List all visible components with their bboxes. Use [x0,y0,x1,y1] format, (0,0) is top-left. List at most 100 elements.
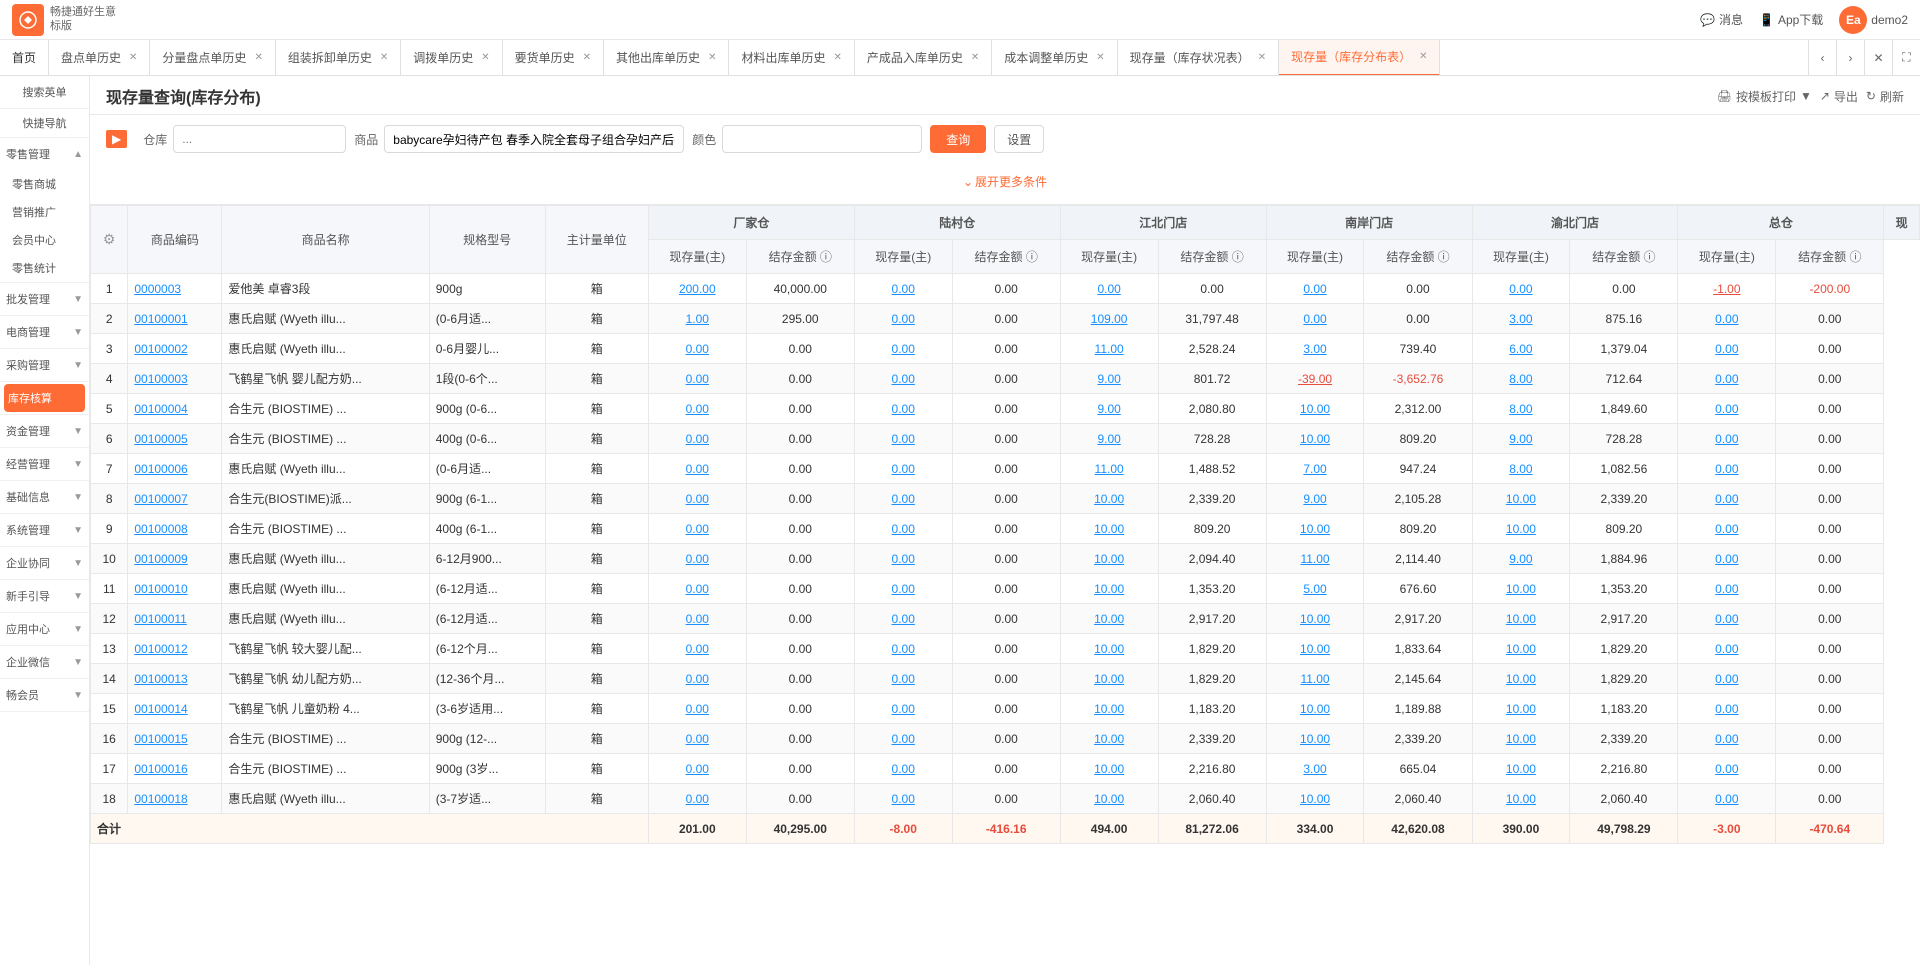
row-code[interactable]: 00100004 [128,394,222,424]
row-jiangbei-qty[interactable]: 10.00 [1060,484,1158,514]
close-icon[interactable]: ✕ [708,52,716,63]
row-nanan-qty[interactable]: 10.00 [1266,604,1364,634]
row-lucun-qty[interactable]: 0.00 [854,514,952,544]
row-lucun-qty[interactable]: 0.00 [854,694,952,724]
sidebar-section-title-retail[interactable]: 零售管理 ▲ [0,138,89,170]
row-factory-qty[interactable]: 1.00 [648,304,746,334]
row-jiangbei-qty[interactable]: 10.00 [1060,544,1158,574]
row-yubei-qty[interactable]: 10.00 [1472,694,1570,724]
row-lucun-qty[interactable]: 0.00 [854,274,952,304]
row-jiangbei-qty[interactable]: 9.00 [1060,364,1158,394]
row-yubei-qty[interactable]: 6.00 [1472,334,1570,364]
sidebar-section-title-vip[interactable]: 畅会员 ▼ [0,679,89,711]
row-lucun-qty[interactable]: 0.00 [854,334,952,364]
row-code[interactable]: 00100013 [128,664,222,694]
row-yubei-qty[interactable]: 10.00 [1472,484,1570,514]
sidebar-section-title-wechat[interactable]: 企业微信 ▼ [0,646,89,678]
close-icon[interactable]: ✕ [481,52,489,63]
row-total-qty[interactable]: 0.00 [1678,784,1776,814]
row-yubei-qty[interactable]: 9.00 [1472,424,1570,454]
nav-tab-order[interactable]: 要货单历史 ✕ [503,40,604,76]
nav-close-all[interactable]: ✕ [1864,40,1892,76]
expand-conditions-btn[interactable]: ⌄ 展开更多条件 [963,173,1047,190]
row-lucun-qty[interactable]: 0.00 [854,634,952,664]
row-jiangbei-qty[interactable]: 10.00 [1060,664,1158,694]
row-nanan-qty[interactable]: 0.00 [1266,274,1364,304]
row-total-qty[interactable]: -1.00 [1678,274,1776,304]
sidebar-quicknav[interactable]: 快捷导航 [0,109,89,138]
sidebar-section-title-wholesale[interactable]: 批发管理 ▼ [0,283,89,315]
warehouse-input[interactable] [173,125,346,153]
row-nanan-qty[interactable]: 10.00 [1266,634,1364,664]
row-yubei-qty[interactable]: 10.00 [1472,664,1570,694]
row-jiangbei-qty[interactable]: 11.00 [1060,454,1158,484]
sidebar-section-title-guide[interactable]: 新手引导 ▼ [0,580,89,612]
row-total-qty[interactable]: 0.00 [1678,424,1776,454]
row-factory-qty[interactable]: 0.00 [648,334,746,364]
row-code[interactable]: 00100002 [128,334,222,364]
row-jiangbei-qty[interactable]: 10.00 [1060,754,1158,784]
row-code[interactable]: 00100011 [128,604,222,634]
row-lucun-qty[interactable]: 0.00 [854,784,952,814]
row-jiangbei-qty[interactable]: 10.00 [1060,514,1158,544]
setting-button[interactable]: 设置 [994,125,1044,153]
row-factory-qty[interactable]: 0.00 [648,574,746,604]
row-total-qty[interactable]: 0.00 [1678,664,1776,694]
sidebar-section-title-inventory[interactable]: 库存核算 [4,384,85,412]
sidebar-section-title-purchase[interactable]: 采购管理 ▼ [0,349,89,381]
nav-tab-cost-adjust[interactable]: 成本调整单历史 ✕ [992,40,1117,76]
color-input[interactable] [722,125,922,153]
row-jiangbei-qty[interactable]: 10.00 [1060,784,1158,814]
row-total-qty[interactable]: 0.00 [1678,454,1776,484]
nav-expand[interactable]: ⛶ [1892,40,1920,76]
row-lucun-qty[interactable]: 0.00 [854,364,952,394]
row-code[interactable]: 00100001 [128,304,222,334]
close-icon[interactable]: ✕ [1258,52,1266,63]
row-total-qty[interactable]: 0.00 [1678,724,1776,754]
row-code[interactable]: 00100006 [128,454,222,484]
nav-next-arrow[interactable]: › [1836,40,1864,76]
sidebar-section-title-ops[interactable]: 经营管理 ▼ [0,448,89,480]
row-lucun-qty[interactable]: 0.00 [854,724,952,754]
row-factory-qty[interactable]: 0.00 [648,454,746,484]
row-code[interactable]: 00100009 [128,544,222,574]
row-total-qty[interactable]: 0.00 [1678,394,1776,424]
sidebar-item-retail-stats[interactable]: 零售统计 [0,254,89,282]
row-code[interactable]: 0000003 [128,274,222,304]
nav-tab-stock-dist[interactable]: 现存量（库存分布表） ✕ [1279,40,1440,76]
row-nanan-qty[interactable]: 10.00 [1266,514,1364,544]
nav-tab-assemble[interactable]: 组装拆卸单历史 ✕ [276,40,401,76]
row-factory-qty[interactable]: 0.00 [648,724,746,754]
row-nanan-qty[interactable]: 5.00 [1266,574,1364,604]
row-yubei-qty[interactable]: 9.00 [1472,544,1570,574]
sidebar-section-title-finance[interactable]: 资金管理 ▼ [0,415,89,447]
row-lucun-qty[interactable]: 0.00 [854,664,952,694]
row-lucun-qty[interactable]: 0.00 [854,454,952,484]
sidebar-section-title-appcenter[interactable]: 应用中心 ▼ [0,613,89,645]
goods-input[interactable] [384,125,684,153]
row-total-qty[interactable]: 0.00 [1678,544,1776,574]
row-nanan-qty[interactable]: 11.00 [1266,664,1364,694]
nav-tab-transfer[interactable]: 调拨单历史 ✕ [401,40,502,76]
row-total-qty[interactable]: 0.00 [1678,364,1776,394]
row-jiangbei-qty[interactable]: 109.00 [1060,304,1158,334]
sidebar-item-retail-store[interactable]: 零售商城 [0,170,89,198]
row-factory-qty[interactable]: 0.00 [648,754,746,784]
row-factory-qty[interactable]: 0.00 [648,424,746,454]
expand-toggle-btn[interactable]: ▶ [106,130,127,148]
row-factory-qty[interactable]: 0.00 [648,694,746,724]
row-total-qty[interactable]: 0.00 [1678,694,1776,724]
row-nanan-qty[interactable]: 7.00 [1266,454,1364,484]
refresh-btn[interactable]: ↻ 刷新 [1866,88,1904,105]
row-lucun-qty[interactable]: 0.00 [854,304,952,334]
nav-tab-stock-status[interactable]: 现存量（库存状况表） ✕ [1118,40,1279,76]
row-code[interactable]: 00100015 [128,724,222,754]
row-yubei-qty[interactable]: 10.00 [1472,604,1570,634]
sidebar-section-title-system[interactable]: 系统管理 ▼ [0,514,89,546]
row-jiangbei-qty[interactable]: 0.00 [1060,274,1158,304]
sidebar-section-title-ecommerce[interactable]: 电商管理 ▼ [0,316,89,348]
export-btn[interactable]: ↗ 导出 [1820,88,1858,105]
row-lucun-qty[interactable]: 0.00 [854,424,952,454]
row-yubei-qty[interactable]: 3.00 [1472,304,1570,334]
row-total-qty[interactable]: 0.00 [1678,634,1776,664]
